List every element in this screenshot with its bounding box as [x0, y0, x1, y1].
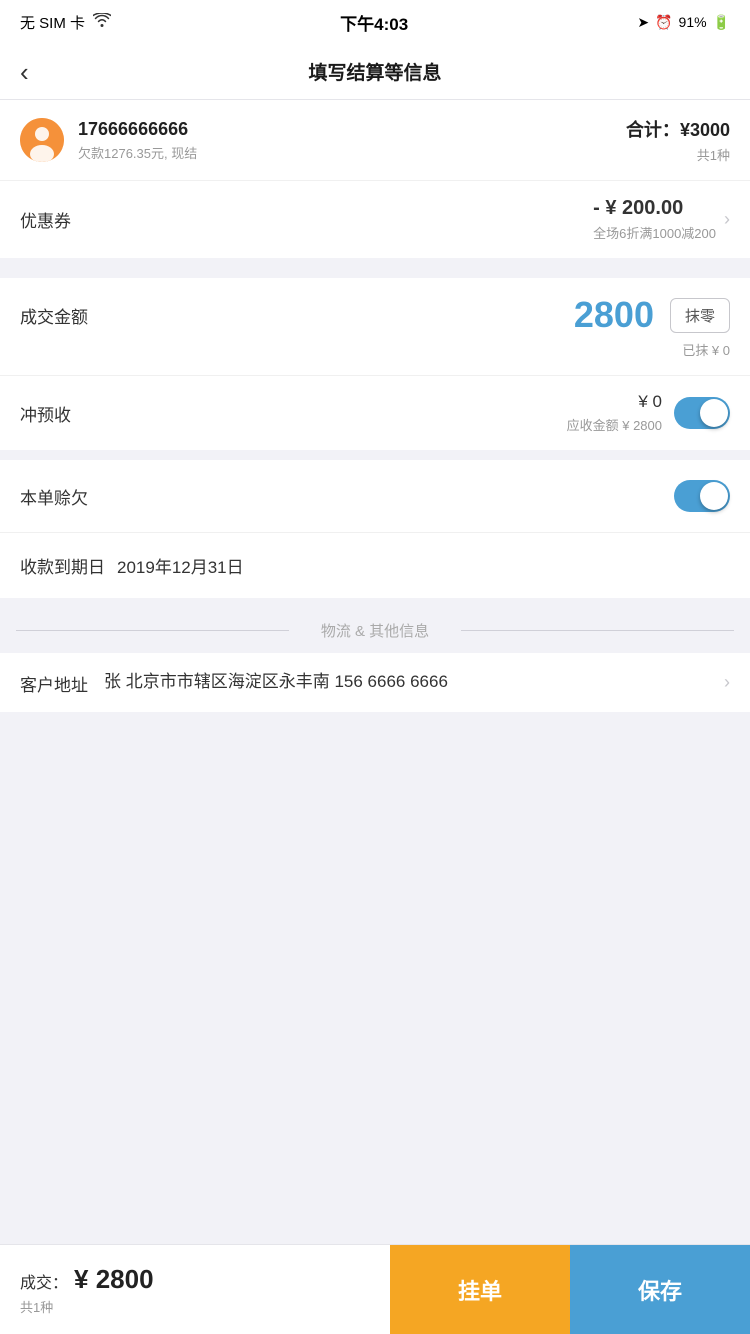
bottom-count: 共1种 [20, 1297, 370, 1316]
deal-amount-sub: 已抹 ¥ 0 [20, 340, 730, 359]
suspend-label: 挂单 [458, 1274, 502, 1306]
prepaid-row: 冲预收 ¥ 0 应收金额 ¥ 2800 [20, 392, 730, 434]
carrier-label: 无 SIM 卡 [20, 12, 85, 33]
bottom-label: 成交： [20, 1269, 68, 1293]
toggle-thumb [700, 399, 728, 427]
bottom-summary-top: 成交： ¥ 2800 [20, 1264, 370, 1295]
coupon-label: 优惠券 [20, 207, 71, 232]
bottom-bar: 成交： ¥ 2800 共1种 挂单 保存 [0, 1244, 750, 1334]
deal-amount-row: 成交金额 2800 抹零 [20, 294, 730, 336]
user-total: 合计：¥3000 [626, 116, 730, 142]
amount-right: 2800 抹零 [574, 294, 730, 336]
back-button[interactable]: ‹ [20, 59, 29, 85]
content-area: 17666666666 欠款1276.35元, 现结 合计：¥3000 共1种 … [0, 100, 750, 992]
bottom-amount: ¥ 2800 [74, 1264, 154, 1295]
avatar [20, 118, 64, 162]
save-button[interactable]: 保存 [570, 1245, 750, 1334]
prepaid-value: ¥ 0 [567, 392, 662, 412]
user-section: 17666666666 欠款1276.35元, 现结 合计：¥3000 共1种 … [0, 100, 750, 258]
address-section[interactable]: 客户地址 张 北京市市辖区海淀区永丰南 156 6666 6666 › [0, 653, 750, 712]
user-info: 17666666666 欠款1276.35元, 现结 [78, 119, 626, 162]
prepaid-label: 冲预收 [20, 401, 71, 426]
debt-row: 本单赊欠 [20, 480, 730, 512]
save-label: 保存 [638, 1274, 682, 1306]
battery-icon: 🔋 [713, 14, 730, 31]
divider-1 [0, 268, 750, 278]
prepaid-right: ¥ 0 应收金额 ¥ 2800 [567, 392, 730, 434]
user-row: 17666666666 欠款1276.35元, 现结 合计：¥3000 共1种 [0, 100, 750, 181]
status-time: 下午4:03 [340, 10, 408, 35]
deal-amount-section: 成交金额 2800 抹零 已抹 ¥ 0 [0, 278, 750, 376]
total-label: 合计： [626, 120, 680, 140]
user-phone: 17666666666 [78, 119, 626, 140]
deal-amount-value: 2800 [574, 294, 654, 336]
chevron-right-icon: › [724, 209, 730, 230]
coupon-right: - ¥ 200.00 全场6折满1000减200 › [593, 197, 730, 242]
status-bar: 无 SIM 卡 下午4:03 ➤ ⏰ 91% 🔋 [0, 0, 750, 44]
suspend-button[interactable]: 挂单 [390, 1245, 570, 1334]
status-left: 无 SIM 卡 [20, 12, 111, 33]
due-date-row: 收款到期日 2019年12月31日 [20, 553, 730, 578]
battery-label: 91% [679, 14, 707, 30]
address-value: 张 北京市市辖区海淀区永丰南 156 6666 6666 [104, 669, 716, 695]
address-chevron-icon: › [724, 672, 730, 693]
nav-bar: ‹ 填写结算等信息 [0, 44, 750, 100]
logistics-line-right [461, 630, 734, 631]
alarm-icon: ⏰ [655, 14, 672, 31]
due-date-value: 2019年12月31日 [117, 553, 244, 578]
user-subtext: 欠款1276.35元, 现结 [78, 143, 626, 162]
logistics-divider: 物流 & 其他信息 [0, 608, 750, 652]
wifi-icon [93, 13, 111, 31]
location-icon: ➤ [637, 14, 649, 31]
debt-toggle[interactable] [674, 480, 730, 512]
logistics-text: 物流 & 其他信息 [321, 620, 429, 641]
prepaid-amount-block: ¥ 0 应收金额 ¥ 2800 [567, 392, 662, 434]
divider-2 [0, 450, 750, 460]
due-date-section: 收款到期日 2019年12月31日 [0, 533, 750, 598]
bottom-summary: 成交： ¥ 2800 共1种 [0, 1264, 390, 1316]
coupon-discount: - ¥ 200.00 [593, 197, 716, 220]
coupon-description: 全场6折满1000减200 [593, 223, 716, 242]
page-title: 填写结算等信息 [308, 58, 441, 85]
user-count: 共1种 [626, 145, 730, 164]
prepaid-section: 冲预收 ¥ 0 应收金额 ¥ 2800 [0, 376, 750, 450]
debt-label: 本单赊欠 [20, 484, 88, 509]
prepaid-toggle[interactable] [674, 397, 730, 429]
debt-section: 本单赊欠 [0, 460, 750, 533]
divider-3 [0, 598, 750, 608]
prepaid-subtext: 应收金额 ¥ 2800 [567, 415, 662, 434]
round-button[interactable]: 抹零 [670, 298, 730, 333]
logistics-line-left [16, 630, 289, 631]
due-date-label: 收款到期日 [20, 553, 105, 578]
deal-amount-label: 成交金额 [20, 303, 88, 328]
debt-toggle-thumb [700, 482, 728, 510]
coupon-row[interactable]: 优惠券 - ¥ 200.00 全场6折满1000减200 › [0, 181, 750, 258]
empty-space [0, 712, 750, 892]
total-value: ¥3000 [680, 120, 730, 140]
address-label: 客户地址 [20, 669, 88, 696]
coupon-discount-block: - ¥ 200.00 全场6折满1000减200 [593, 197, 716, 242]
user-amount: 合计：¥3000 共1种 [626, 116, 730, 164]
status-right: ➤ ⏰ 91% 🔋 [637, 14, 730, 31]
